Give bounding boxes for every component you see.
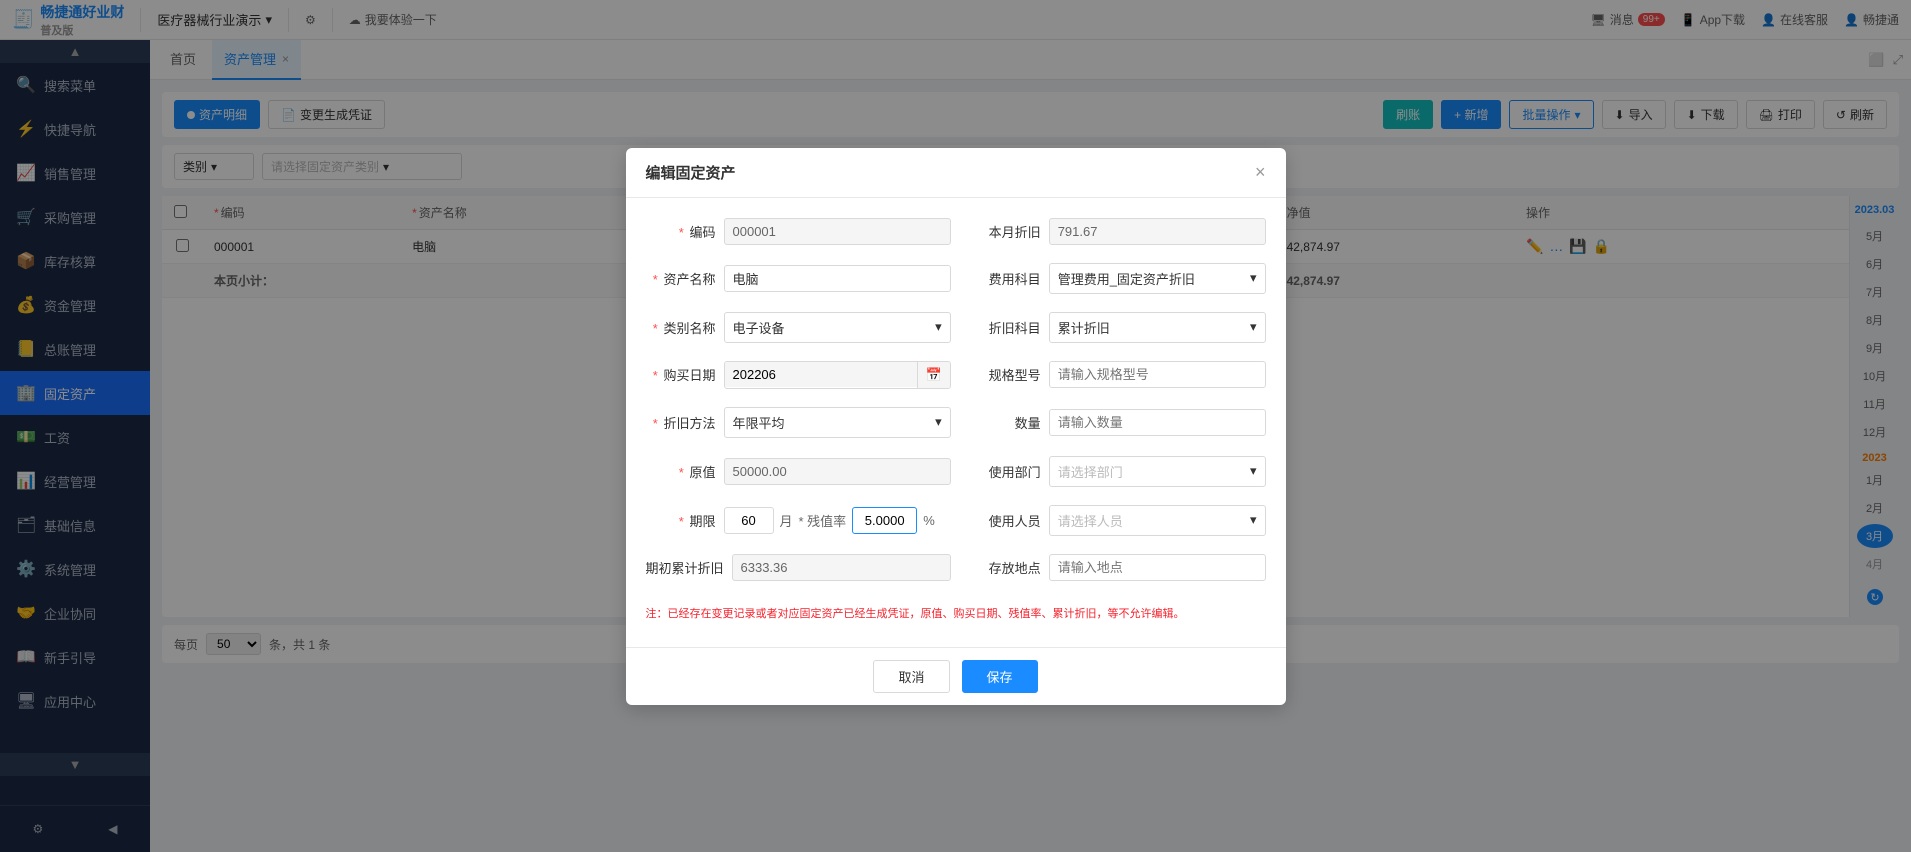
code-input[interactable] (724, 218, 951, 245)
period-row: 月 * 残值率 % (724, 507, 951, 534)
user-placeholder: 请选择人员 (1058, 511, 1123, 530)
dept-chevron: ▾ (1250, 463, 1257, 479)
form-item-location: 存放地点 (971, 554, 1266, 581)
depr-method-chevron: ▾ (935, 414, 942, 430)
user-select[interactable]: 请选择人员 ▾ (1049, 505, 1266, 536)
quantity-label: 数量 (971, 413, 1041, 432)
monthly-depr-input (1049, 218, 1266, 245)
expense-select[interactable]: 管理费用_固定资产折旧 ▾ (1049, 263, 1266, 294)
form-item-user: 使用人员 请选择人员 ▾ (971, 505, 1266, 536)
modal-overlay: 编辑固定资产 × * 编码 本月折旧 (0, 0, 1911, 852)
expense-chevron: ▾ (1250, 270, 1257, 286)
category-form-label: * 类别名称 (646, 318, 716, 337)
original-label: * 原值 (646, 462, 716, 481)
form-item-monthly-depr: 本月折旧 (971, 218, 1266, 245)
code-label: * 编码 (646, 222, 716, 241)
purchase-date-input-wrapper: 📅 (724, 361, 951, 389)
cancel-button[interactable]: 取消 (873, 660, 949, 693)
location-input[interactable] (1049, 554, 1266, 581)
user-chevron: ▾ (1250, 512, 1257, 528)
save-button[interactable]: 保存 (962, 660, 1038, 693)
expense-label: 费用科目 (971, 269, 1041, 288)
location-label: 存放地点 (971, 558, 1041, 577)
spec-input[interactable] (1049, 361, 1266, 388)
form-item-spec: 规格型号 (971, 361, 1266, 389)
modal-header: 编辑固定资产 × (626, 148, 1286, 198)
expense-value: 管理费用_固定资产折旧 (1058, 269, 1195, 288)
depr-chevron: ▾ (1250, 319, 1257, 335)
period-input[interactable] (724, 507, 774, 534)
form-grid: * 编码 本月折旧 * 资产名称 (646, 218, 1266, 627)
depr-method-label: * 折旧方法 (646, 413, 716, 432)
form-item-dept: 使用部门 请选择部门 ▾ (971, 456, 1266, 487)
modal-footer: 取消 保存 (626, 647, 1286, 705)
dept-label: 使用部门 (971, 462, 1041, 481)
modal-body: * 编码 本月折旧 * 资产名称 (626, 198, 1286, 647)
name-input[interactable] (724, 265, 951, 292)
dept-placeholder: 请选择部门 (1058, 462, 1123, 481)
form-item-purchase-date: * 购买日期 📅 (646, 361, 951, 389)
depr-subject-label: 折旧科目 (971, 318, 1041, 337)
residual-unit: % (923, 513, 935, 528)
cat-chevron: ▾ (935, 319, 942, 335)
form-item-name: * 资产名称 (646, 263, 951, 294)
form-item-original: * 原值 (646, 456, 951, 487)
form-note: 注：已经存在变更记录或者对应固定资产已经生成凭证，原值、购买日期、残值率、累计折… (646, 599, 1266, 627)
form-item-init-accum: 期初累计折旧 (646, 554, 951, 581)
depr-method-select[interactable]: 年限平均 ▾ (724, 407, 951, 438)
spec-label: 规格型号 (971, 365, 1041, 384)
form-item-expense: 费用科目 管理费用_固定资产折旧 ▾ (971, 263, 1266, 294)
form-item-code: * 编码 (646, 218, 951, 245)
edit-asset-modal: 编辑固定资产 × * 编码 本月折旧 (626, 148, 1286, 705)
form-item-period: * 期限 月 * 残值率 % (646, 505, 951, 536)
period-unit: 月 (780, 511, 793, 530)
category-form-select[interactable]: 电子设备 ▾ (724, 312, 951, 343)
user-label: 使用人员 (971, 511, 1041, 530)
category-form-value: 电子设备 (733, 318, 785, 337)
period-label: * 期限 (646, 511, 716, 530)
depr-subject-select[interactable]: 累计折旧 ▾ (1049, 312, 1266, 343)
name-label: * 资产名称 (646, 269, 716, 288)
purchase-date-input[interactable] (725, 362, 917, 387)
depr-subject-value: 累计折旧 (1058, 318, 1110, 337)
form-item-depr-subject: 折旧科目 累计折旧 ▾ (971, 312, 1266, 343)
init-accum-label: 期初累计折旧 (646, 558, 724, 577)
quantity-input[interactable] (1049, 409, 1266, 436)
depr-method-value: 年限平均 (733, 413, 785, 432)
original-input (724, 458, 951, 485)
modal-close-btn[interactable]: × (1255, 162, 1266, 183)
dept-select[interactable]: 请选择部门 ▾ (1049, 456, 1266, 487)
modal-title: 编辑固定资产 (646, 162, 736, 183)
residual-rate-input[interactable] (852, 507, 917, 534)
purchase-date-label: * 购买日期 (646, 365, 716, 384)
form-item-quantity: 数量 (971, 407, 1266, 438)
monthly-depr-label: 本月折旧 (971, 222, 1041, 241)
calendar-icon[interactable]: 📅 (917, 362, 950, 388)
residual-rate-label: * 残值率 (799, 511, 847, 530)
note-text: 注：已经存在变更记录或者对应固定资产已经生成凭证，原值、购买日期、残值率、累计折… (646, 608, 1185, 620)
form-item-category: * 类别名称 电子设备 ▾ (646, 312, 951, 343)
form-item-depr-method: * 折旧方法 年限平均 ▾ (646, 407, 951, 438)
init-accum-input (732, 554, 951, 581)
